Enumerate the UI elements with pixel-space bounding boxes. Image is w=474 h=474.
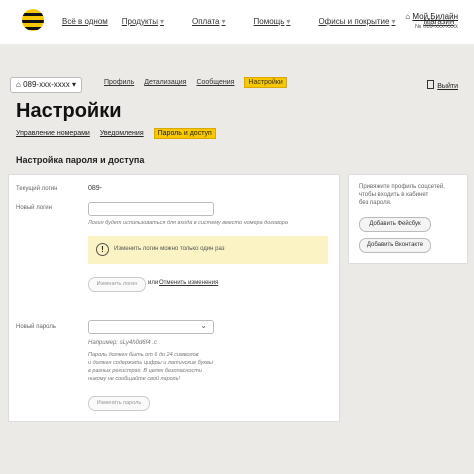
password-example: Например: sLy4h0d6f4 .c [88,340,157,346]
home-icon: ⌂ [405,12,411,21]
social-text-line: Привяжите профиль соцсетей, [359,184,445,190]
my-beeline[interactable]: ⌂ Мой Билайн № 089-xxx-xxxx [405,12,458,32]
top-nav-item-payment[interactable]: Оплата ▾ [192,17,240,26]
tab-password[interactable]: Пароль и доступ [153,128,216,139]
new-login-input[interactable] [88,202,214,216]
current-login-label: Текущий логин [16,186,58,192]
new-login-label: Новый логин [16,205,52,211]
phone-selector[interactable]: ⌂ 089-xxx-xxxx ▾ [10,77,83,93]
social-text-line: без пароля. [359,200,392,206]
tab-numbers[interactable]: Управление номерами [16,130,90,139]
top-bar: Всё в одном Продукты ▾ Оплата ▾ Помощь ▾ Оф… [0,0,474,44]
password-hint-3: в разных регистрах. В целях безопасности [88,368,202,374]
home-icon: ⌂ [16,80,21,89]
sub-nav: Профиль Детализация Сообщения Настройки [104,77,297,88]
phone-number: 089-xxx-xxxx [23,80,70,89]
subnav-item-settings[interactable]: Настройки [244,77,287,88]
my-number: № 089-xxx-xxxx [414,24,458,30]
chevron-down-icon: ▾ [72,80,77,89]
password-hint-4: никому не сообщайте свой пароль! [88,376,181,382]
exit-icon [427,80,435,89]
page-title: Настройки [16,100,122,122]
chevron-down-icon: ▾ [221,17,226,26]
settings-tabs: Управление номерами Уведомления Пароль и… [16,128,226,139]
my-beeline-link[interactable]: Мой Билайн [412,12,458,21]
top-nav-item-products[interactable]: Продукты ▾ [122,17,178,26]
social-text: Привяжите профиль соцсетей, чтобы входит… [359,183,445,207]
warning-box: ! Изменить логин можно только один раз [88,236,328,264]
warning-icon: ! [96,243,109,256]
change-password-button[interactable]: Изменить пароль [88,396,150,411]
add-vk-button[interactable]: Добавить Вконтакте [359,238,431,253]
top-nav-item-all[interactable]: Всё в одном [62,17,108,26]
tab-notifications[interactable]: Уведомления [100,130,144,139]
chevron-down-icon: ▾ [286,17,291,26]
section-title: Настройка пароля и доступа [16,155,145,165]
cancel-changes-link[interactable]: Отменить изменения [159,280,218,286]
top-nav-label: Оплата [191,17,220,26]
top-nav-label: Продукты [121,17,158,26]
top-nav-label: Помощь [253,17,285,26]
exit-label: Выйти [437,83,458,90]
password-hint-1: Пароль должен быть от 6 до 24 символов [88,352,199,358]
social-card: Привяжите профиль соцсетей, чтобы входит… [348,174,468,264]
password-hint-2: и должен содержать цифры и латинские бук… [88,360,213,366]
subnav-item-messages[interactable]: Сообщения [196,79,234,88]
chevron-down-icon[interactable]: ⌄ [200,321,207,330]
new-password-label: Новый пароль [16,324,56,330]
social-text-line: чтобы входить в кабинет [359,192,429,198]
change-login-button[interactable]: Изменить логин [88,277,146,292]
top-nav-item-offices[interactable]: Офисы и покрытие ▾ [318,17,409,26]
warning-text: Изменить логин можно только один раз [114,246,225,252]
top-nav-label: Офисы и покрытие [318,17,390,26]
beeline-logo[interactable] [22,9,44,31]
exit-link[interactable]: Выйти [427,80,458,90]
subnav-item-profile[interactable]: Профиль [104,79,134,88]
login-hint: Логин будет использоваться для входа в с… [88,220,288,226]
new-password-input[interactable]: ⌄ [88,320,214,334]
chevron-down-icon: ▾ [391,17,396,26]
subnav-item-details[interactable]: Детализация [144,79,186,88]
add-facebook-button[interactable]: Добавить Фейсбук [359,217,431,232]
current-login-value: 089- [88,185,103,192]
chevron-down-icon: ▾ [159,17,164,26]
top-nav-item-help[interactable]: Помощь ▾ [254,17,305,26]
or-text: или [148,280,159,286]
